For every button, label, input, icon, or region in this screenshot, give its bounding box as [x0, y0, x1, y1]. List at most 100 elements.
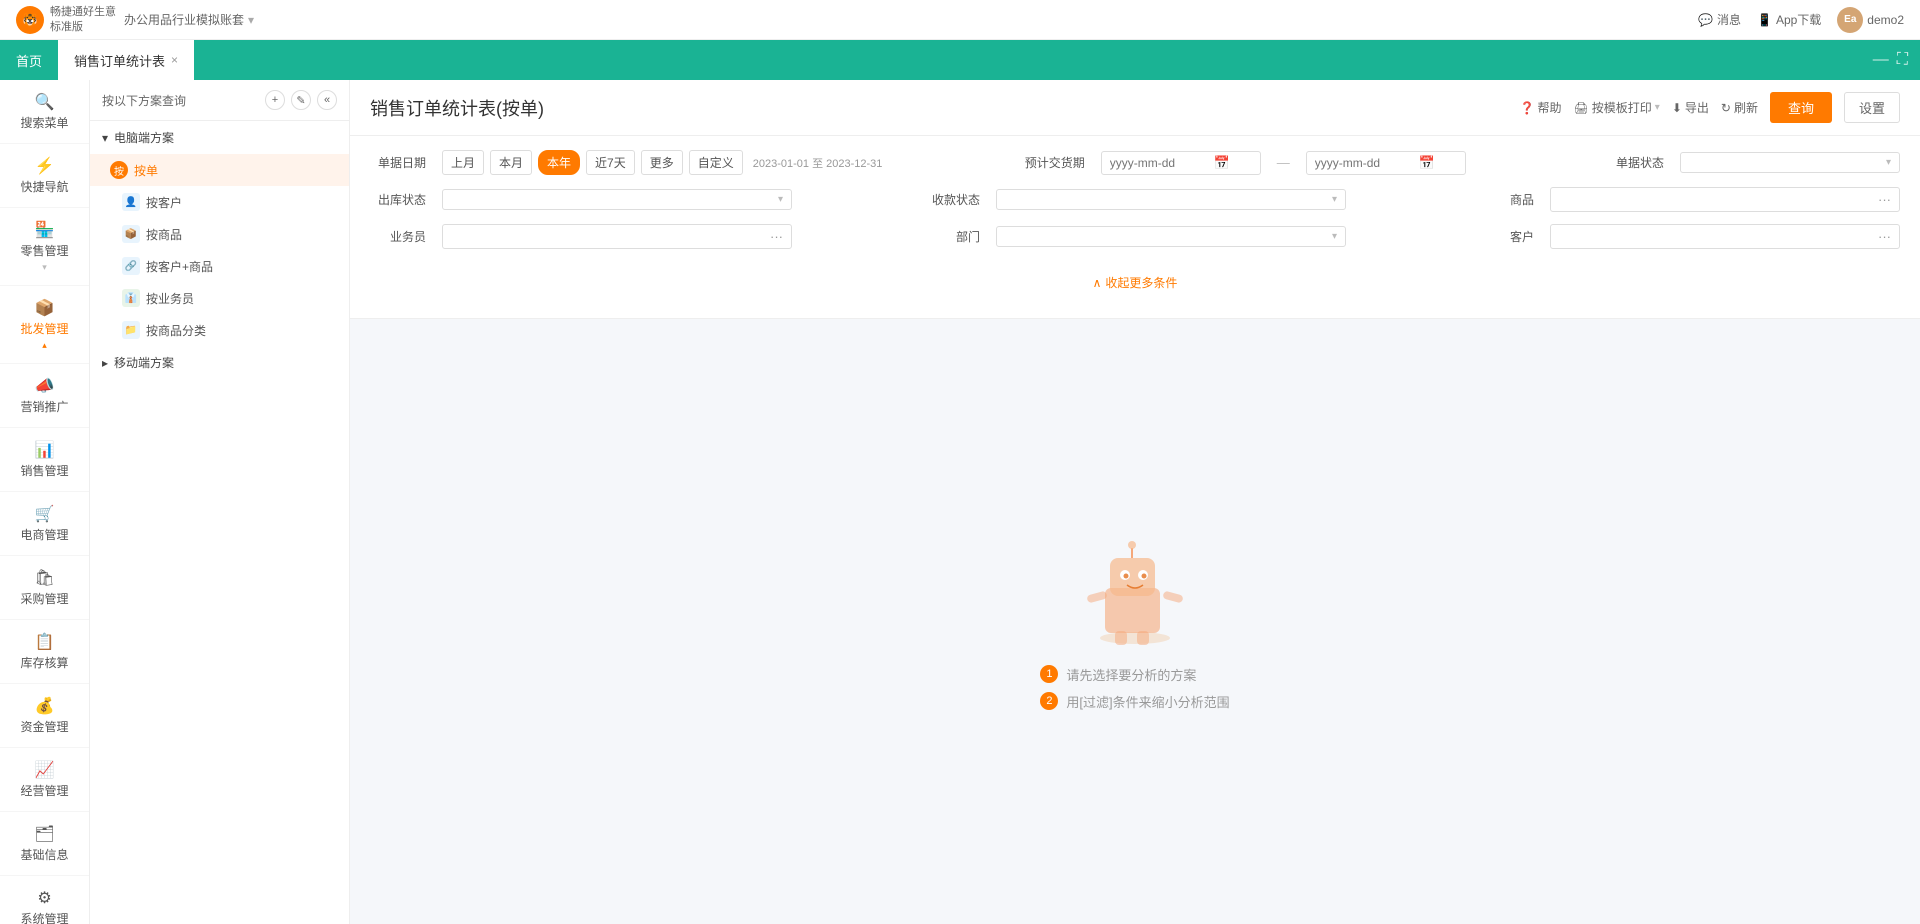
product-dots-icon[interactable]: ···: [1878, 192, 1891, 207]
payment-status-select[interactable]: ▾: [996, 189, 1346, 210]
shipping-status-select[interactable]: ▾: [442, 189, 792, 210]
print-dropdown-icon: ▾: [1655, 102, 1660, 113]
salesman-dots-icon[interactable]: ···: [770, 229, 783, 244]
print-btn[interactable]: 🖨 按模板打印 ▾: [1574, 99, 1660, 116]
sidebar-item-marketing[interactable]: 📣 营销推广: [0, 364, 89, 428]
customer-select[interactable]: ···: [1550, 224, 1900, 249]
doc-status-arrow: ▾: [1886, 157, 1891, 168]
breadcrumb-dropdown-icon[interactable]: ▾: [248, 13, 254, 27]
nav-tabs: 首页 销售订单统计表 × — ⛶: [0, 40, 1920, 80]
edit-scheme-btn[interactable]: ✎: [291, 90, 311, 110]
date-btn-this-month[interactable]: 本月: [490, 150, 532, 175]
filter-row-3: 业务员 ··· 部门 ▾ 客户 ···: [370, 224, 1900, 249]
purchase-icon: 🛍: [8, 568, 81, 588]
sidebar-item-ecommerce[interactable]: 🛒 电商管理: [0, 492, 89, 556]
date-range-sep: —: [1277, 155, 1290, 170]
sidebar-item-system[interactable]: ⚙ 系统管理: [0, 876, 89, 924]
message-icon: 💬: [1698, 13, 1713, 27]
date-btn-group: 上月 本月 本年 近7天 更多 自定义 2023-01-01 至 2023-12…: [442, 150, 882, 175]
wholesale-icon: 📦: [8, 298, 81, 318]
sidebar-item-quick-nav[interactable]: ⚡ 快捷导航: [0, 144, 89, 208]
product-select[interactable]: ···: [1550, 187, 1900, 212]
delivery-date-start[interactable]: 📅: [1101, 151, 1261, 175]
breadcrumb: 办公用品行业模拟账套 ▾: [124, 11, 254, 28]
payment-arrow: ▾: [1332, 194, 1337, 205]
customer-dots-icon[interactable]: ···: [1878, 229, 1891, 244]
logo-area: 🐯 畅捷通好生意 标准版: [16, 5, 116, 34]
messages-btn[interactable]: 💬 消息: [1698, 11, 1741, 28]
tree-expand-mobile-icon: ▸: [102, 356, 108, 370]
delivery-date-end-input[interactable]: [1315, 156, 1415, 170]
shipping-arrow: ▾: [778, 194, 783, 205]
dept-select[interactable]: ▾: [996, 226, 1346, 247]
content-area: 按以下方案查询 + ✎ « ▾ 电脑端方案 按 按单 👤 按客户 📦: [90, 80, 1920, 924]
sidebar-item-retail[interactable]: 🏪 零售管理 ▾: [0, 208, 89, 286]
refresh-btn[interactable]: ↻ 刷新: [1721, 99, 1758, 116]
main-layout: 🔍 搜索菜单 ⚡ 快捷导航 🏪 零售管理 ▾ 📦 批发管理 ▴ 📣 营销推广 📊…: [0, 80, 1920, 924]
delivery-date-end[interactable]: 📅: [1306, 151, 1466, 175]
logo-icon: 🐯: [16, 6, 44, 34]
tree-section-mobile[interactable]: ▸ 移动端方案: [90, 346, 349, 379]
by-customer-icon: 👤: [122, 193, 140, 211]
user-menu[interactable]: Ea demo2: [1837, 7, 1904, 33]
tree-item-by-customer-product[interactable]: 🔗 按客户+商品: [90, 250, 349, 282]
tip-num-2: 2: [1040, 692, 1058, 710]
print-icon: 🖨: [1574, 101, 1589, 115]
settings-btn[interactable]: 设置: [1844, 92, 1900, 123]
help-btn[interactable]: ❓ 帮助: [1520, 99, 1562, 116]
app-download-btn[interactable]: 📱 App下载: [1757, 11, 1821, 28]
date-btn-7days[interactable]: 近7天: [586, 150, 635, 175]
sidebar-item-wholesale[interactable]: 📦 批发管理 ▴: [0, 286, 89, 364]
date-btn-more[interactable]: 更多: [641, 150, 683, 175]
operations-icon: 📈: [8, 760, 81, 780]
marketing-icon: 📣: [8, 376, 81, 396]
date-btn-this-year[interactable]: 本年: [538, 150, 580, 175]
export-btn[interactable]: ⬇ 导出: [1672, 99, 1709, 116]
left-panel-header: 按以下方案查询 + ✎ «: [90, 80, 349, 121]
by-category-icon: 📁: [122, 321, 140, 339]
tip-num-1: 1: [1040, 665, 1058, 683]
tree-section-pc[interactable]: ▾ 电脑端方案: [90, 121, 349, 154]
tab-home[interactable]: 首页: [0, 40, 58, 80]
maximize-icon[interactable]: ⛶: [1897, 51, 1908, 69]
tree-item-by-product[interactable]: 📦 按商品: [90, 218, 349, 250]
sidebar-item-sales[interactable]: 📊 销售管理: [0, 428, 89, 492]
sidebar-item-operations[interactable]: 📈 经营管理: [0, 748, 89, 812]
sidebar-item-finance[interactable]: 💰 资金管理: [0, 684, 89, 748]
delivery-date-start-input[interactable]: [1110, 156, 1210, 170]
tree-item-by-order[interactable]: 按 按单: [90, 154, 349, 186]
tree-expand-icon: ▾: [102, 131, 108, 145]
inventory-icon: 📋: [8, 632, 81, 652]
tree-item-by-salesman[interactable]: 👔 按业务员: [90, 282, 349, 314]
tab-close-icon[interactable]: ×: [171, 53, 178, 67]
salesman-select[interactable]: ···: [442, 224, 792, 249]
filter-area: 单据日期 上月 本月 本年 近7天 更多 自定义 2023-01-01 至 20…: [350, 136, 1920, 319]
date-btn-custom[interactable]: 自定义: [689, 150, 743, 175]
date-btn-last-month[interactable]: 上月: [442, 150, 484, 175]
sidebar: 🔍 搜索菜单 ⚡ 快捷导航 🏪 零售管理 ▾ 📦 批发管理 ▴ 📣 营销推广 📊…: [0, 80, 90, 924]
sidebar-item-inventory[interactable]: 📋 库存核算: [0, 620, 89, 684]
basic-icon: 🗂: [8, 824, 81, 844]
tree-item-by-customer[interactable]: 👤 按客户: [90, 186, 349, 218]
tree-item-by-category[interactable]: 📁 按商品分类: [90, 314, 349, 346]
payment-status-label: 收款状态: [924, 191, 980, 208]
date-label: 单据日期: [370, 154, 426, 171]
product-label: 商品: [1478, 191, 1534, 208]
page-header: 销售订单统计表(按单) ❓ 帮助 🖨 按模板打印 ▾ ⬇ 导出: [350, 80, 1920, 136]
add-scheme-btn[interactable]: +: [265, 90, 285, 110]
dept-label: 部门: [924, 228, 980, 245]
sidebar-item-search-menu[interactable]: 🔍 搜索菜单: [0, 80, 89, 144]
nav-tab-actions: — ⛶: [1873, 51, 1920, 69]
collapse-panel-btn[interactable]: «: [317, 90, 337, 110]
tab-sales-order-stats[interactable]: 销售订单统计表 ×: [58, 40, 194, 80]
sales-icon: 📊: [8, 440, 81, 460]
calendar-start-icon: 📅: [1214, 155, 1230, 171]
collapse-conditions-btn[interactable]: ∧ 收起更多条件: [1077, 269, 1194, 296]
sidebar-item-purchase[interactable]: 🛍 采购管理: [0, 556, 89, 620]
query-btn[interactable]: 查询: [1770, 92, 1832, 123]
minimize-icon[interactable]: —: [1873, 51, 1889, 69]
sidebar-item-basic[interactable]: 🗂 基础信息: [0, 812, 89, 876]
doc-status-select[interactable]: ▾: [1680, 152, 1900, 173]
empty-tip-2: 2 用[过滤]条件来缩小分析范围: [1040, 692, 1229, 711]
retail-icon: 🏪: [8, 220, 81, 240]
